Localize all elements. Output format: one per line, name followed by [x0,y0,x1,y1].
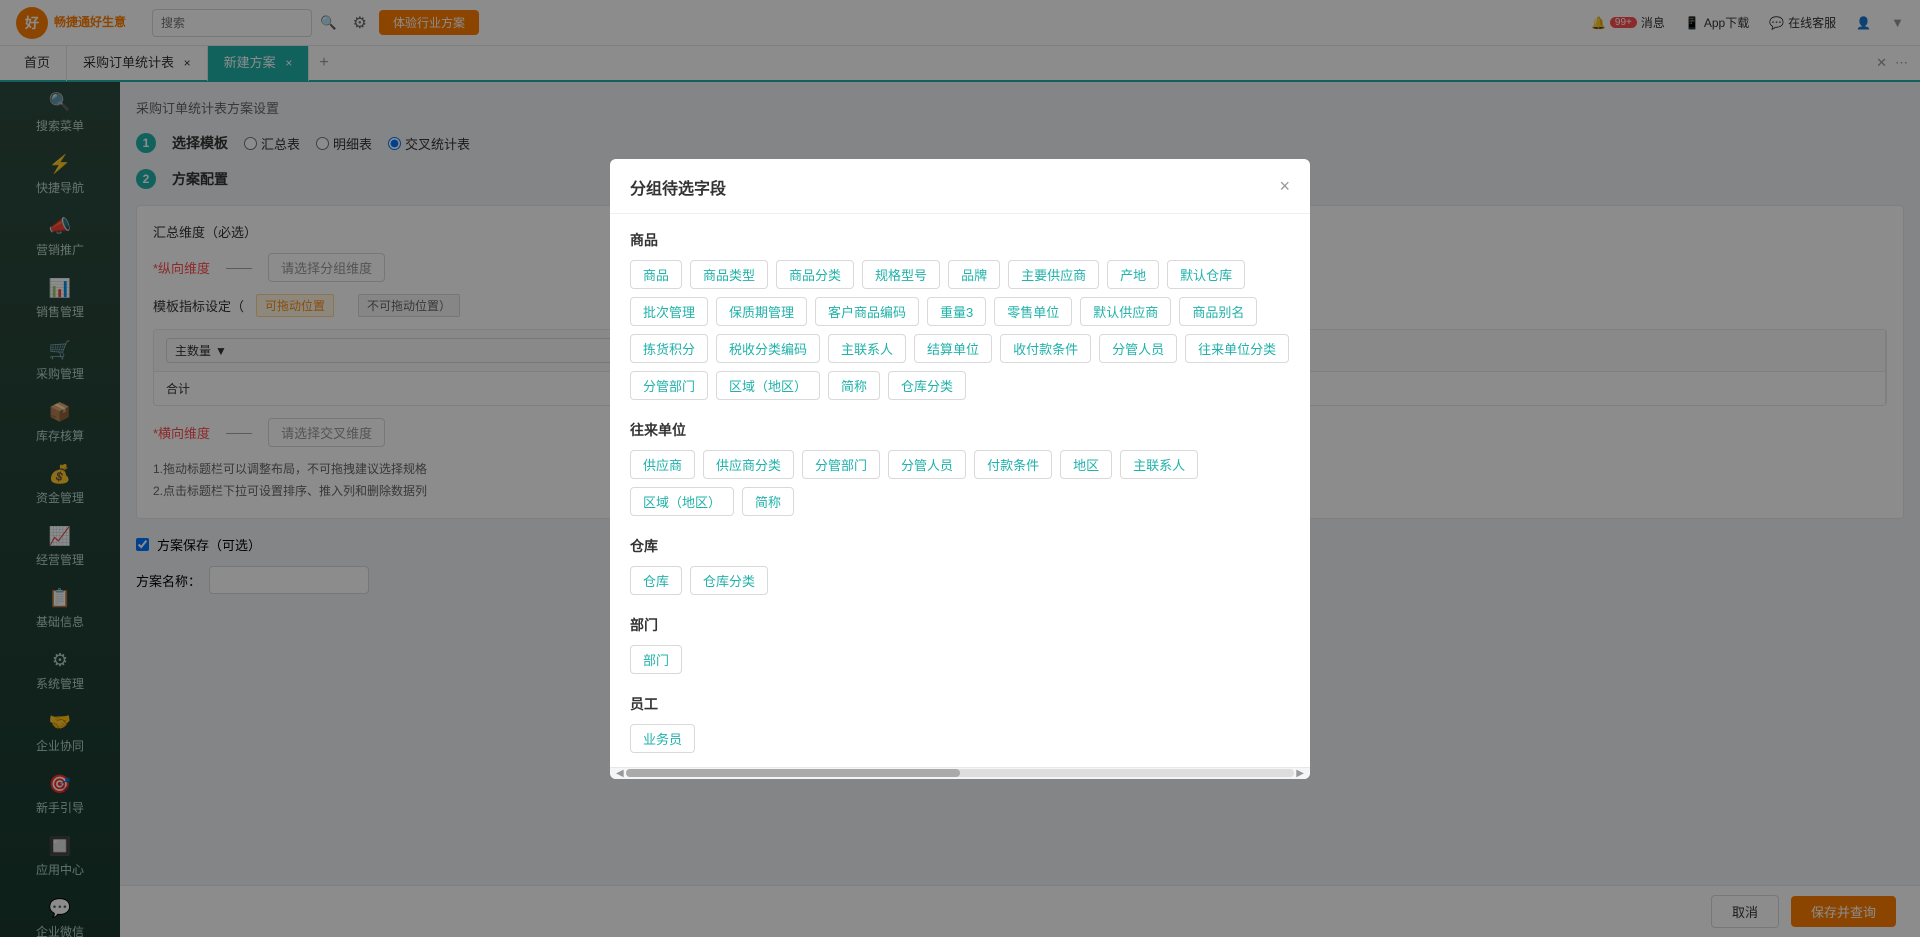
field-chips: 业务员 [630,724,1290,753]
field-group-section-往来单位: 往来单位供应商供应商分类分管部门分管人员付款条件地区主联系人区域（地区） 简称 [630,420,1290,516]
field-chip[interactable]: 商品 [630,260,682,289]
field-chip[interactable]: 主联系人 [1120,450,1198,479]
field-chip[interactable]: 地区 [1060,450,1112,479]
field-chip[interactable]: 商品别名 [1179,297,1257,326]
field-chip[interactable]: 分管人员 [888,450,966,479]
modal-overlay: 分组待选字段 × 商品商品商品类型商品分类规格型号品牌主要供应商产地默认仓库批次… [0,0,1920,937]
field-chip[interactable]: 拣货积分 [630,334,708,363]
field-chips: 供应商供应商分类分管部门分管人员付款条件地区主联系人区域（地区） 简称 [630,450,1290,516]
field-chip[interactable]: 仓库 [630,566,682,595]
field-chip[interactable]: 规格型号 [862,260,940,289]
field-chip[interactable]: 分管人员 [1099,334,1177,363]
field-chip[interactable]: 业务员 [630,724,695,753]
field-chip[interactable]: 分管部门 [630,371,708,400]
field-chip[interactable]: 默认仓库 [1167,260,1245,289]
field-chip[interactable]: 付款条件 [974,450,1052,479]
scroll-right-icon[interactable]: ▶ [1294,768,1306,779]
field-chip[interactable]: 结算单位 [914,334,992,363]
field-chip[interactable]: 商品分类 [776,260,854,289]
field-chip[interactable]: 仓库分类 [690,566,768,595]
field-chip[interactable]: 重量3 [927,297,986,326]
field-chip[interactable]: 保质期管理 [716,297,807,326]
scroll-left-icon[interactable]: ◀ [614,768,626,779]
modal-title: 分组待选字段 [630,175,726,199]
field-chip[interactable]: 部门 [630,645,682,674]
field-chip[interactable]: 区域（地区） [716,371,820,400]
field-group-title: 仓库 [630,536,1290,556]
field-group-section-部门: 部门部门 [630,615,1290,674]
field-chip[interactable]: 主要供应商 [1008,260,1099,289]
field-chip[interactable]: 区域（地区） [630,487,734,516]
field-chip[interactable]: 主联系人 [828,334,906,363]
field-chip[interactable]: 仓库分类 [888,371,966,400]
field-chip[interactable]: 产地 [1107,260,1159,289]
field-chip[interactable]: 往来单位分类 [1185,334,1289,363]
field-group-section-仓库: 仓库仓库仓库分类 [630,536,1290,595]
horizontal-scrollbar[interactable] [626,769,1295,777]
field-chip[interactable]: 商品类型 [690,260,768,289]
field-group-section-商品: 商品商品商品类型商品分类规格型号品牌主要供应商产地默认仓库批次管理保质期管理客户… [630,230,1290,400]
field-chip[interactable]: 零售单位 [994,297,1072,326]
horizontal-scrollbar-thumb [626,769,960,777]
field-group-title: 商品 [630,230,1290,250]
field-chip[interactable]: 默认供应商 [1080,297,1171,326]
field-chips: 商品商品类型商品分类规格型号品牌主要供应商产地默认仓库批次管理保质期管理客户商品… [630,260,1290,400]
field-chip[interactable]: 客户商品编码 [815,297,919,326]
field-group-title: 员工 [630,694,1290,714]
modal-header: 分组待选字段 × [610,159,1310,214]
field-group-title: 往来单位 [630,420,1290,440]
modal-horizontal-scroll[interactable]: ◀ ▶ [610,767,1310,779]
field-chip[interactable]: 分管部门 [802,450,880,479]
modal-body[interactable]: 商品商品商品类型商品分类规格型号品牌主要供应商产地默认仓库批次管理保质期管理客户… [610,214,1310,767]
modal: 分组待选字段 × 商品商品商品类型商品分类规格型号品牌主要供应商产地默认仓库批次… [610,159,1310,779]
field-chip[interactable]: 供应商 [630,450,695,479]
field-chip[interactable]: 简称 [742,487,794,516]
field-chip[interactable]: 品牌 [948,260,1000,289]
field-chip[interactable]: 税收分类编码 [716,334,820,363]
field-chips: 部门 [630,645,1290,674]
modal-close-button[interactable]: × [1279,176,1290,197]
field-group-section-员工: 员工业务员 [630,694,1290,753]
field-chip[interactable]: 批次管理 [630,297,708,326]
field-chip[interactable]: 供应商分类 [703,450,794,479]
field-chips: 仓库仓库分类 [630,566,1290,595]
field-chip[interactable]: 收付款条件 [1000,334,1091,363]
field-group-title: 部门 [630,615,1290,635]
field-chip[interactable]: 简称 [828,371,880,400]
